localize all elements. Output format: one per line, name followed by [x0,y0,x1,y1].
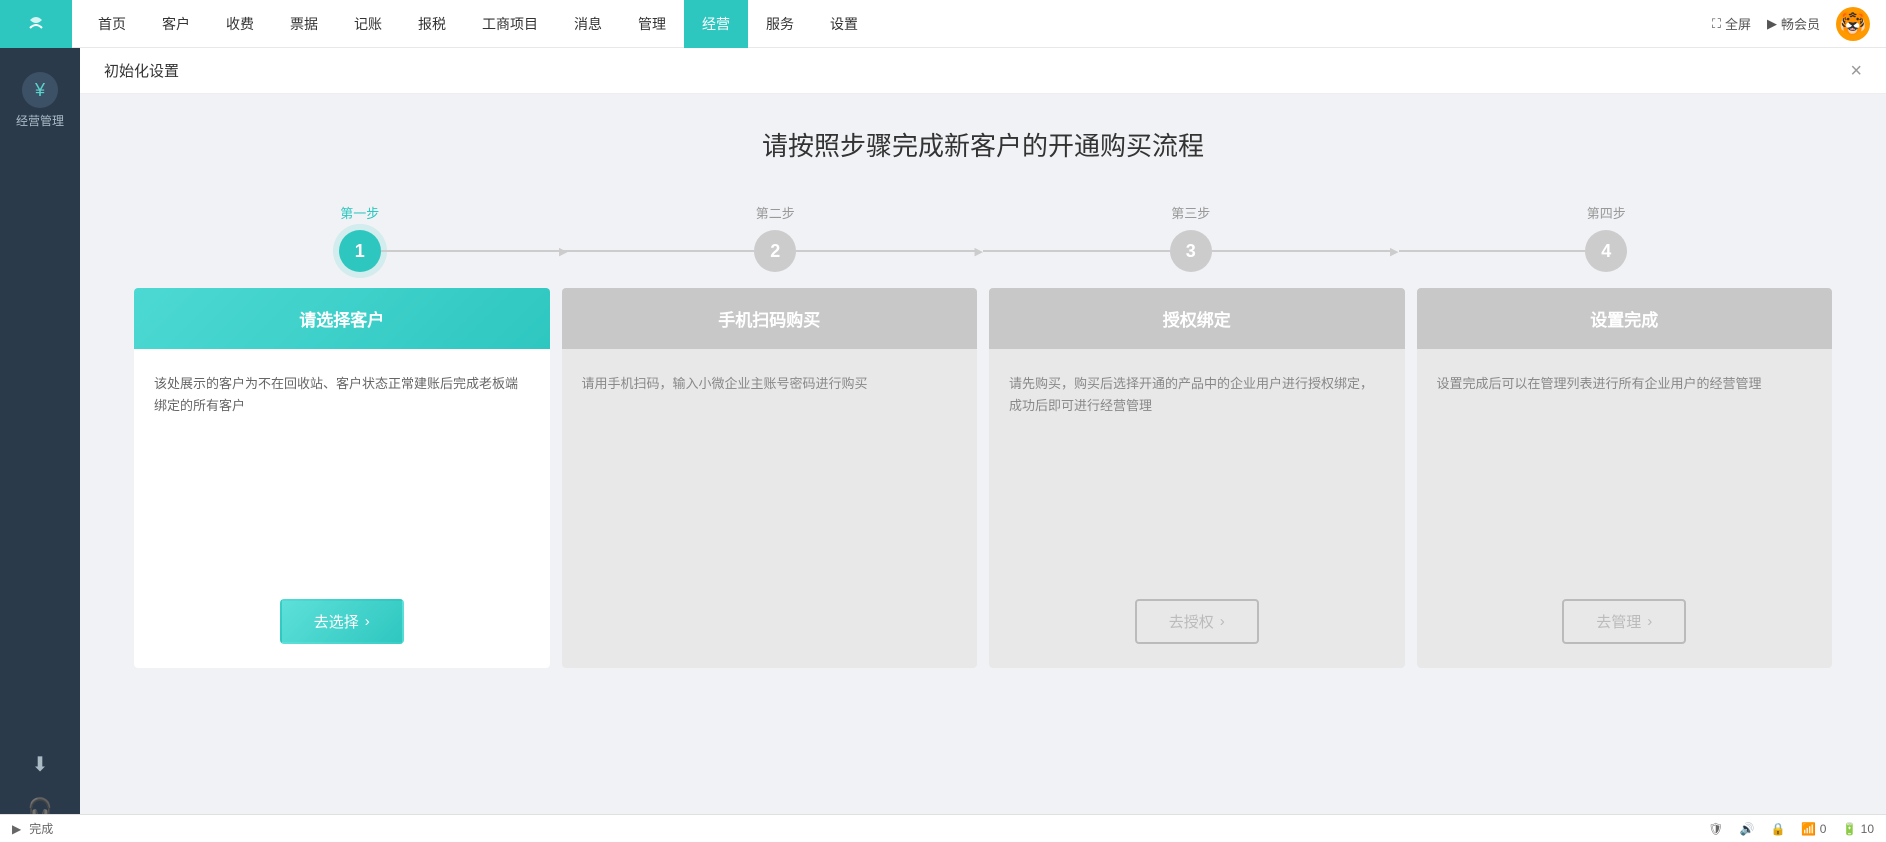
close-button[interactable]: × [1850,61,1862,81]
nav-account[interactable]: 记账 [336,0,400,48]
card-1-body: 该处展示的客户为不在回收站、客户状态正常建账后完成老板端绑定的所有客户 [134,349,550,587]
lock-icon: 🔒 [1770,822,1785,836]
nav-bill[interactable]: 票据 [272,0,336,48]
sound-icon: 🔊 [1740,822,1755,836]
top-nav: 首页 客户 收费 票据 记账 报税 工商项目 消息 管理 经营 服务 设置 ⛶ … [0,0,1886,48]
go-select-arrow: › [365,613,370,630]
step-4-label: 第四步 [1587,203,1626,222]
go-select-label: 去选择 [314,611,359,632]
nav-settings[interactable]: 设置 [812,0,876,48]
card-1-header: 请选择客户 [134,288,550,349]
nav-operation[interactable]: 经营 [684,0,748,48]
member-btn[interactable]: ▶ 畅会员 [1767,14,1820,33]
nav-service[interactable]: 服务 [748,0,812,48]
step-3-circle: 3 [1170,230,1212,272]
card-3-header: 授权绑定 [989,288,1405,349]
user-avatar[interactable]: 🐯 [1836,7,1870,41]
nav-customer[interactable]: 客户 [144,0,208,48]
setup-page: 请按照步骤完成新客户的开通购买流程 第一步 1 ▶ 第二步 [80,94,1886,700]
card-2-header: 手机扫码购买 [562,288,978,349]
status-left: ▶ 完成 [12,820,53,837]
page-title: 初始化设置 [104,60,179,81]
download-icon[interactable]: ⬇ [22,746,58,782]
setup-main-title: 请按照步骤完成新客户的开通购买流程 [128,126,1838,163]
step-4: 第四步 4 [1399,203,1815,272]
status-text: 完成 [29,820,53,837]
sidebar: ¥ 经营管理 ⬇ 🎧 [0,48,80,842]
step-4-circle: 4 [1585,230,1627,272]
go-manage-button[interactable]: 去管理 › [1562,599,1686,644]
card-1-footer: 去选择 › [134,587,550,668]
shield-icon: 🛡 [1708,822,1723,836]
step-1-label: 第一步 [340,203,379,222]
sidebar-item-operation[interactable]: ¥ 经营管理 [0,60,80,141]
go-select-button[interactable]: 去选择 › [280,599,404,644]
battery-label: 🔋 10 [1842,822,1874,836]
step-3-label: 第三步 [1171,203,1210,222]
card-1: 请选择客户 该处展示的客户为不在回收站、客户状态正常建账后完成老板端绑定的所有客… [134,288,550,668]
play-icon[interactable]: ▶ [12,822,21,836]
page-header: 初始化设置 × [80,48,1886,94]
member-label: 畅会员 [1781,14,1820,33]
nav-business[interactable]: 工商项目 [464,0,556,48]
go-manage-arrow: › [1647,613,1652,630]
fullscreen-label: 全屏 [1725,14,1751,33]
card-4: 设置完成 设置完成后可以在管理列表进行所有企业用户的经营管理 去管理 › [1417,288,1833,668]
nav-right: ⛶ 全屏 ▶ 畅会员 🐯 [1712,7,1870,41]
fullscreen-btn[interactable]: ⛶ 全屏 [1712,14,1751,33]
main-content: 初始化设置 × 请按照步骤完成新客户的开通购买流程 第一步 1 ▶ [80,48,1886,842]
card-4-header: 设置完成 [1417,288,1833,349]
app-logo [0,0,72,48]
card-2-footer [562,632,978,668]
step-2: 第二步 2 ▶ [568,203,984,272]
card-4-footer: 去管理 › [1417,587,1833,668]
step-2-circle: 2 [754,230,796,272]
yuan-icon: ¥ [22,72,58,108]
step-3: 第三步 3 ▶ [983,203,1399,272]
step-1-circle: 1 [339,230,381,272]
card-3-footer: 去授权 › [989,587,1405,668]
step-1: 第一步 1 ▶ [152,203,568,272]
nav-manage[interactable]: 管理 [620,0,684,48]
nav-home[interactable]: 首页 [80,0,144,48]
step-2-label: 第二步 [756,203,795,222]
card-3: 授权绑定 请先购买，购买后选择开通的产品中的企业用户进行授权绑定，成功后即可进行… [989,288,1405,668]
card-2-body: 请用手机扫码，输入小微企业主账号密码进行购买 [562,349,978,632]
card-4-body: 设置完成后可以在管理列表进行所有企业用户的经营管理 [1417,349,1833,587]
nav-fee[interactable]: 收费 [208,0,272,48]
status-right: 🛡 🔊 🔒 📶 0 🔋 10 [1708,822,1874,836]
video-icon: ▶ [1767,16,1777,32]
cards-row: 请选择客户 该处展示的客户为不在回收站、客户状态正常建账后完成老板端绑定的所有客… [128,288,1838,668]
nav-items: 首页 客户 收费 票据 记账 报税 工商项目 消息 管理 经营 服务 设置 [80,0,1712,48]
go-authorize-arrow: › [1220,613,1225,630]
sidebar-label: 经营管理 [16,112,64,129]
steps-row: 第一步 1 ▶ 第二步 2 ▶ [128,203,1838,272]
go-authorize-button[interactable]: 去授权 › [1135,599,1259,644]
wifi-label: 📶 0 [1801,822,1826,836]
status-bar: ▶ 完成 🛡 🔊 🔒 📶 0 🔋 10 [0,814,1886,842]
nav-tax[interactable]: 报税 [400,0,464,48]
go-manage-label: 去管理 [1596,611,1641,632]
go-authorize-label: 去授权 [1169,611,1214,632]
nav-message[interactable]: 消息 [556,0,620,48]
fullscreen-icon: ⛶ [1712,16,1721,32]
card-2: 手机扫码购买 请用手机扫码，输入小微企业主账号密码进行购买 [562,288,978,668]
card-3-body: 请先购买，购买后选择开通的产品中的企业用户进行授权绑定，成功后即可进行经营管理 [989,349,1405,587]
